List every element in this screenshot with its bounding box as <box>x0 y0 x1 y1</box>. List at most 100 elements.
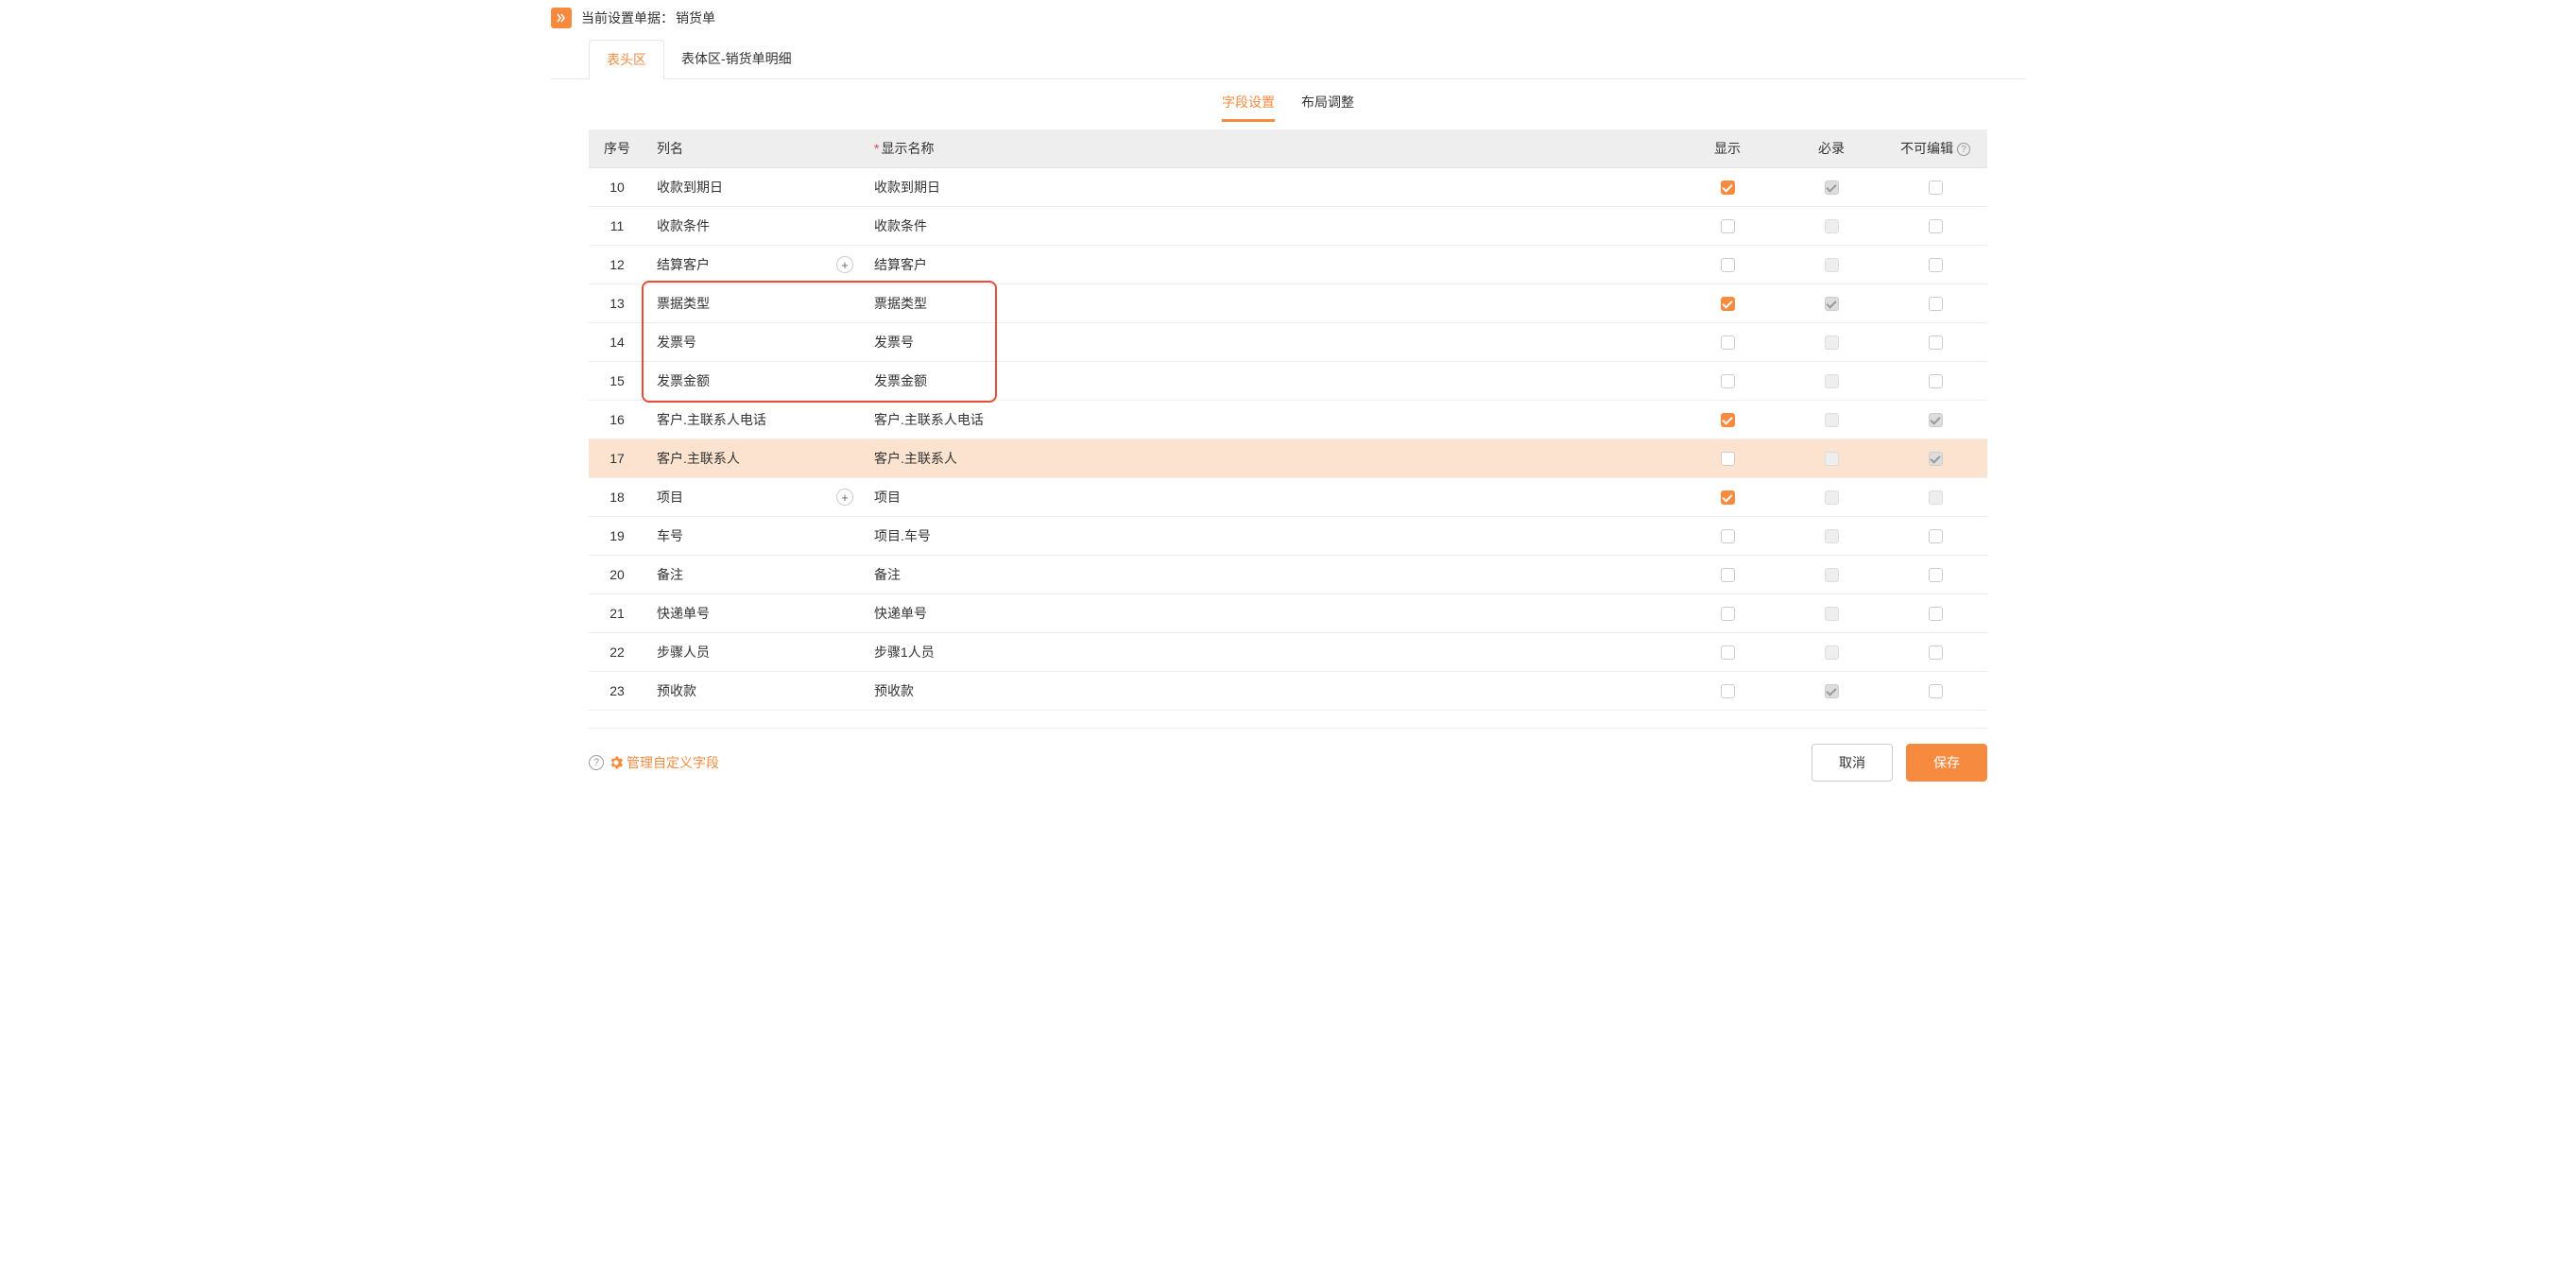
plus-icon[interactable]: + <box>836 489 853 506</box>
sub-tab-0[interactable]: 字段设置 <box>1222 93 1275 122</box>
cell-name: 结算客户+ <box>645 246 863 284</box>
tab-top-0[interactable]: 表头区 <box>589 40 664 79</box>
cell-display-name[interactable]: 预收款 <box>863 672 1675 711</box>
checkbox-show[interactable] <box>1721 219 1735 233</box>
checkbox-readonly[interactable] <box>1929 180 1943 195</box>
sub-tabs: 字段设置布局调整 <box>551 79 2025 129</box>
manage-custom-fields-link[interactable]: 管理自定义字段 <box>610 753 719 772</box>
cell-display-name[interactable]: 客户.主联系人电话 <box>863 401 1675 439</box>
cell-show <box>1675 672 1779 711</box>
checkbox-readonly[interactable] <box>1929 258 1943 272</box>
cell-name: 客户.主联系人 <box>645 439 863 478</box>
table-row: 19车号项目.车号 <box>589 517 1987 556</box>
th-show: 显示 <box>1675 129 1779 168</box>
cell-readonly <box>1883 168 1987 207</box>
cell-display-name[interactable]: 发票金额 <box>863 362 1675 401</box>
checkbox-readonly <box>1929 490 1943 505</box>
collapse-toggle[interactable] <box>551 8 572 28</box>
plus-icon[interactable]: + <box>836 256 853 273</box>
cell-seq: 13 <box>589 284 645 323</box>
cell-show <box>1675 478 1779 517</box>
cell-required <box>1779 323 1883 362</box>
cell-display-name[interactable]: 收款条件 <box>863 207 1675 246</box>
cell-readonly <box>1883 207 1987 246</box>
cell-readonly <box>1883 672 1987 711</box>
gear-icon <box>610 756 623 769</box>
cell-display-name[interactable]: 步骤1人员 <box>863 633 1675 672</box>
cell-display-name[interactable]: 票据类型 <box>863 284 1675 323</box>
sub-tab-1[interactable]: 布局调整 <box>1301 93 1354 122</box>
checkbox-readonly[interactable] <box>1929 529 1943 543</box>
cell-seq: 21 <box>589 594 645 633</box>
cell-seq: 18 <box>589 478 645 517</box>
cell-display-name[interactable]: 客户.主联系人 <box>863 439 1675 478</box>
cell-required <box>1779 439 1883 478</box>
cell-name: 发票金额 <box>645 362 863 401</box>
cell-seq: 19 <box>589 517 645 556</box>
cancel-button[interactable]: 取消 <box>1812 744 1893 782</box>
checkbox-required <box>1825 413 1839 427</box>
table-wrap: 序号 列名 *显示名称 显示 必录 不可编辑? 10收款到期日收款到期日11收款… <box>589 129 1987 711</box>
tab-top-1[interactable]: 表体区-销货单明细 <box>664 40 809 78</box>
chevron-double-right-icon <box>557 13 566 23</box>
checkbox-readonly <box>1929 452 1943 466</box>
checkbox-show[interactable] <box>1721 452 1735 466</box>
table-row: 21快递单号快递单号 <box>589 594 1987 633</box>
cell-show <box>1675 362 1779 401</box>
help-icon[interactable]: ? <box>1957 143 1970 156</box>
checkbox-show[interactable] <box>1721 607 1735 621</box>
cell-display-name[interactable]: 快递单号 <box>863 594 1675 633</box>
cell-seq: 12 <box>589 246 645 284</box>
cell-show <box>1675 323 1779 362</box>
checkbox-required <box>1825 219 1839 233</box>
checkbox-readonly[interactable] <box>1929 607 1943 621</box>
cell-show <box>1675 207 1779 246</box>
cell-display-name[interactable]: 项目 <box>863 478 1675 517</box>
checkbox-show[interactable] <box>1721 374 1735 388</box>
cell-seq: 22 <box>589 633 645 672</box>
checkbox-show[interactable] <box>1721 180 1735 195</box>
checkbox-readonly[interactable] <box>1929 684 1943 698</box>
cell-readonly <box>1883 478 1987 517</box>
cell-seq: 23 <box>589 672 645 711</box>
checkbox-show[interactable] <box>1721 335 1735 350</box>
cell-name: 发票号 <box>645 323 863 362</box>
checkbox-readonly[interactable] <box>1929 645 1943 660</box>
checkbox-show[interactable] <box>1721 645 1735 660</box>
checkbox-show[interactable] <box>1721 490 1735 505</box>
table-row: 12结算客户+结算客户 <box>589 246 1987 284</box>
checkbox-show[interactable] <box>1721 297 1735 311</box>
cell-name: 车号 <box>645 517 863 556</box>
table-row: 20备注备注 <box>589 556 1987 594</box>
checkbox-readonly[interactable] <box>1929 335 1943 350</box>
cell-display-name[interactable]: 备注 <box>863 556 1675 594</box>
cell-seq: 10 <box>589 168 645 207</box>
field-table: 序号 列名 *显示名称 显示 必录 不可编辑? 10收款到期日收款到期日11收款… <box>589 129 1987 711</box>
th-name: 列名 <box>645 129 863 168</box>
th-readonly-label: 不可编辑 <box>1900 141 1953 156</box>
footer-left: ? 管理自定义字段 <box>589 753 719 772</box>
save-button[interactable]: 保存 <box>1906 744 1987 782</box>
th-seq: 序号 <box>589 129 645 168</box>
cell-display-name[interactable]: 收款到期日 <box>863 168 1675 207</box>
checkbox-show[interactable] <box>1721 413 1735 427</box>
checkbox-readonly[interactable] <box>1929 568 1943 582</box>
checkbox-show[interactable] <box>1721 258 1735 272</box>
checkbox-show[interactable] <box>1721 568 1735 582</box>
checkbox-readonly[interactable] <box>1929 297 1943 311</box>
question-icon[interactable]: ? <box>589 755 604 770</box>
cell-required <box>1779 284 1883 323</box>
cell-display-name[interactable]: 结算客户 <box>863 246 1675 284</box>
cell-display-name[interactable]: 项目.车号 <box>863 517 1675 556</box>
cell-required <box>1779 207 1883 246</box>
cell-display-name[interactable]: 发票号 <box>863 323 1675 362</box>
checkbox-required <box>1825 180 1839 195</box>
cell-name: 备注 <box>645 556 863 594</box>
cell-show <box>1675 284 1779 323</box>
checkbox-readonly <box>1929 413 1943 427</box>
checkbox-show[interactable] <box>1721 529 1735 543</box>
checkbox-readonly[interactable] <box>1929 374 1943 388</box>
cell-readonly <box>1883 323 1987 362</box>
checkbox-show[interactable] <box>1721 684 1735 698</box>
checkbox-readonly[interactable] <box>1929 219 1943 233</box>
